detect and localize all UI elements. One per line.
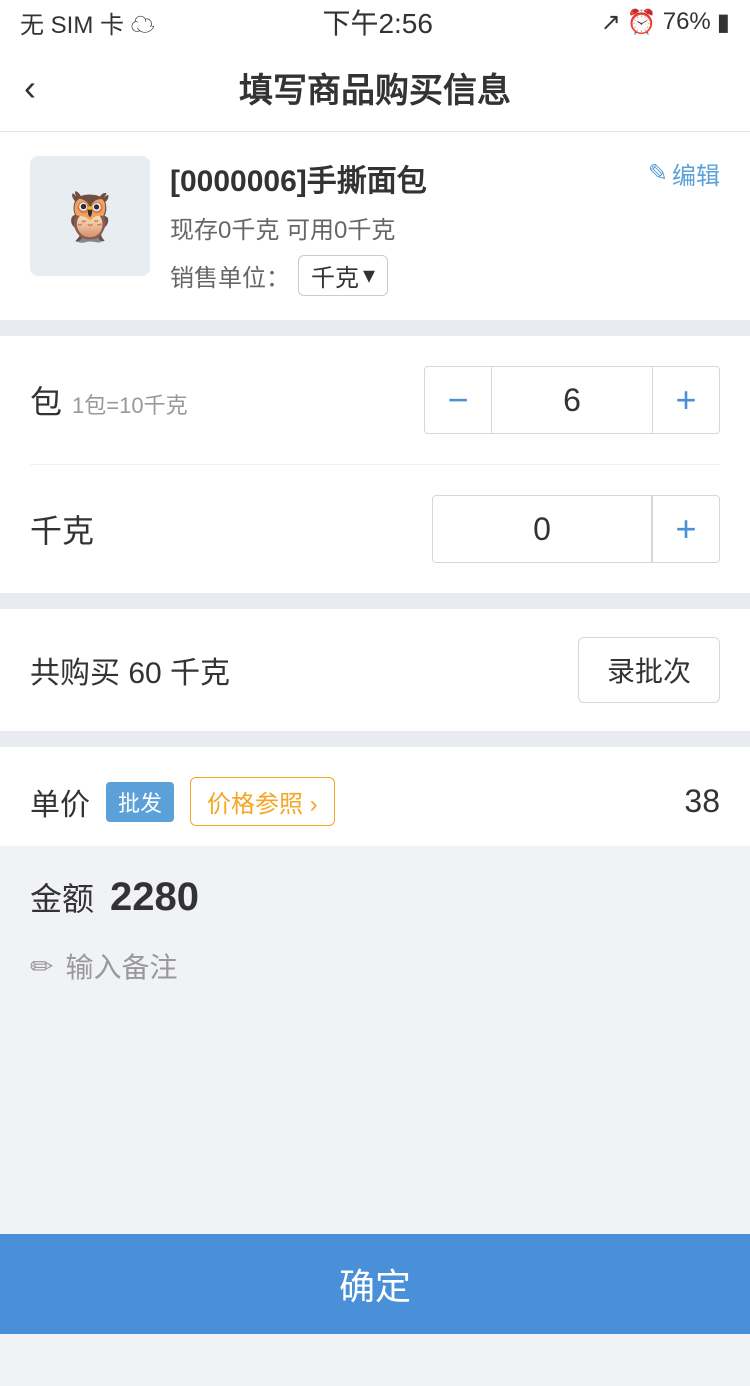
bao-quantity-ctrl: − + (424, 366, 720, 434)
kg-plus-button[interactable]: + (652, 495, 720, 563)
remark-placeholder: 输入备注 (65, 946, 177, 986)
product-section: 🦉 [0000006]手撕面包 现存0千克 可用0千克 销售单位： 千克 ▾ ✎… (0, 132, 750, 320)
alarm-icon: ⏰ (627, 8, 657, 37)
price-label: 单价 (30, 780, 90, 824)
page-title: 填写商品购买信息 (239, 63, 511, 112)
battery-icon: ▮ (717, 8, 730, 37)
product-info: [0000006]手撕面包 现存0千克 可用0千克 销售单位： 千克 ▾ (170, 156, 628, 296)
edit-icon: ✎ (648, 159, 668, 188)
amount-value: 2280 (110, 875, 199, 920)
product-image: 🦉 (30, 156, 150, 276)
divider-3 (0, 731, 750, 747)
edit-button[interactable]: ✎ 编辑 (648, 156, 720, 191)
unit-select[interactable]: 千克 ▾ (298, 255, 388, 296)
price-tag: 批发 (106, 782, 174, 822)
bao-plus-button[interactable]: + (652, 366, 720, 434)
price-ref-button[interactable]: 价格参照 › (190, 777, 335, 826)
bao-minus-button[interactable]: − (424, 366, 492, 434)
bao-quantity-input[interactable] (492, 366, 652, 434)
bao-row: 包 1包=10千克 − + (30, 336, 720, 465)
kg-label: 千克 (30, 506, 94, 552)
status-right: ↗ ⏰ 76% ▮ (601, 8, 730, 37)
status-bar: 无 SIM 卡 ☁ 下午2:56 ↗ ⏰ 76% ▮ (0, 0, 750, 44)
back-button[interactable]: ‹ (24, 67, 36, 109)
status-left: 无 SIM 卡 ☁ (20, 5, 155, 40)
price-row: 单价 批发 价格参照 › 38 (30, 777, 720, 826)
price-value: 38 (684, 783, 720, 820)
product-logo-icon: 🦉 (60, 188, 120, 245)
amount-row: 金额 2280 (30, 874, 720, 920)
amount-label: 金额 (30, 874, 94, 920)
sim-label: 无 SIM 卡 ☁ (20, 5, 155, 40)
kg-quantity-input[interactable] (432, 495, 652, 563)
chevron-down-icon: ▾ (363, 261, 375, 290)
divider-1 (0, 320, 750, 336)
price-section: 单价 批发 价格参照 › 38 (0, 747, 750, 846)
pencil-icon: ✏ (30, 950, 53, 983)
confirm-button[interactable]: 确定 (0, 1234, 750, 1334)
nav-bar: ‹ 填写商品购买信息 (0, 44, 750, 132)
location-icon: ↗ (601, 8, 621, 37)
product-unit-row: 销售单位： 千克 ▾ (170, 255, 628, 296)
remark-row[interactable]: ✏ 输入备注 (30, 936, 720, 1006)
kg-quantity-ctrl: + (432, 495, 720, 563)
kg-row: 千克 + (30, 465, 720, 593)
battery-label: 76% (663, 8, 711, 36)
product-stock: 现存0千克 可用0千克 (170, 210, 628, 245)
unit-label: 销售单位： (170, 258, 290, 293)
divider-2 (0, 593, 750, 609)
input-section: 包 1包=10千克 − + 千克 + (0, 336, 750, 593)
amount-section: 金额 2280 ✏ 输入备注 (0, 846, 750, 1006)
summary-section: 共购买 60 千克 录批次 (0, 609, 750, 731)
bao-label: 包 1包=10千克 (30, 377, 188, 423)
bao-sublabel: 1包=10千克 (72, 388, 188, 420)
summary-text: 共购买 60 千克 (30, 648, 230, 692)
batch-button[interactable]: 录批次 (578, 637, 720, 703)
product-name: [0000006]手撕面包 (170, 156, 628, 200)
status-time: 下午2:56 (322, 2, 433, 42)
